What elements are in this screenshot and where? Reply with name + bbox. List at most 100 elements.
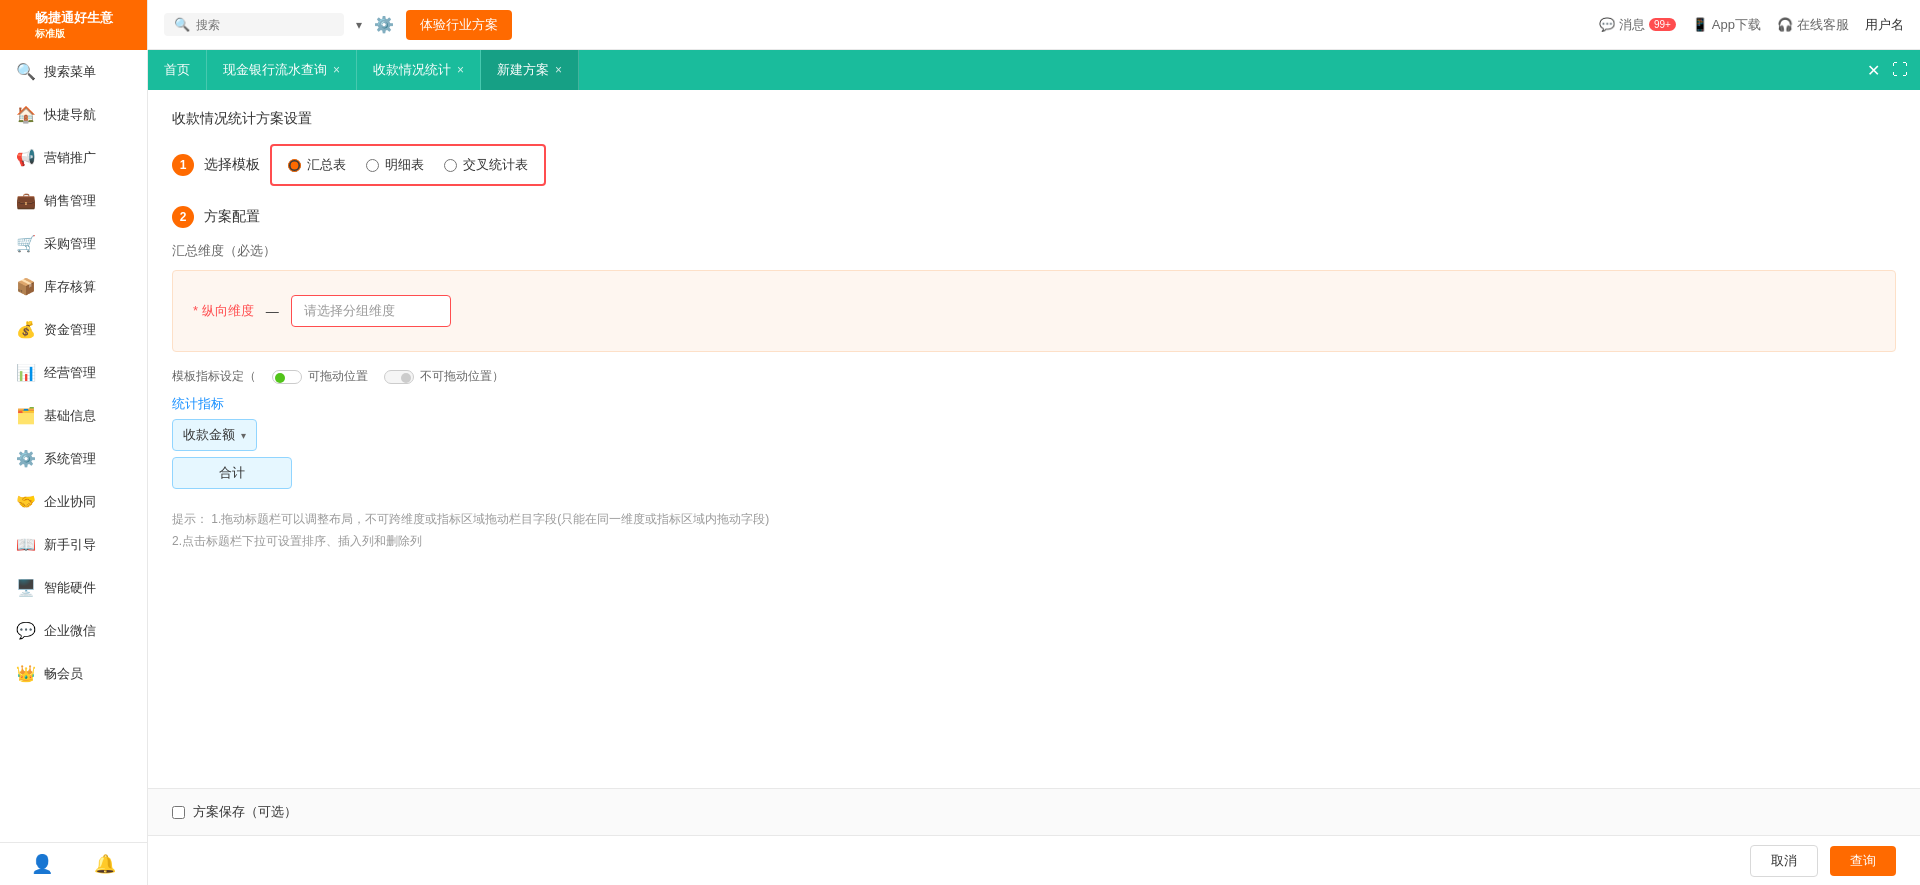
sidebar-bottom: 👤 🔔 <box>0 842 147 885</box>
radio-summary[interactable]: 汇总表 <box>288 156 346 174</box>
sidebar-icon-6: 💰 <box>16 320 36 339</box>
settings-icon[interactable]: ⚙️ <box>374 15 394 34</box>
tab-2[interactable]: 收款情况统计 × <box>357 50 481 90</box>
header-right: 💬 消息 99+ 📱 App下载 🎧 在线客服 用户名 <box>1599 16 1904 34</box>
support-item[interactable]: 🎧 在线客服 <box>1777 16 1849 34</box>
radio-cross-label: 交叉统计表 <box>463 156 528 174</box>
tab-close-1[interactable]: × <box>333 63 340 77</box>
sidebar-label-12: 智能硬件 <box>44 579 96 597</box>
cancel-button[interactable]: 取消 <box>1750 845 1818 877</box>
indicators-section: 模板指标设定（ 可拖动位置 不可拖动位置） 统计指标 收 <box>172 368 1896 489</box>
tab-0[interactable]: 首页 <box>148 50 207 90</box>
config-section: 汇总维度（必选） * 纵向维度 — 请选择分组维度 模板指标设定（ 可拖动位置 <box>172 242 1896 552</box>
user-icon: 👤 <box>31 853 53 875</box>
notification-label: 消息 <box>1619 16 1645 34</box>
tab-1[interactable]: 现金银行流水查询 × <box>207 50 357 90</box>
step2-number: 2 <box>172 206 194 228</box>
message-icon: 💬 <box>1599 17 1615 32</box>
sidebar-bottom-user[interactable]: 👤 <box>31 853 53 875</box>
sidebar-item-12[interactable]: 🖥️智能硬件 <box>0 566 147 609</box>
sidebar: 畅捷通好生意 标准版 🔍搜索菜单🏠快捷导航📢营销推广💼销售管理 🛒 采购管理 📦 库存核… <box>0 0 148 885</box>
dimension-row: * 纵向维度 — 请选择分组维度 <box>193 295 1875 327</box>
sidebar-item-1[interactable]: 🏠快捷导航 <box>0 93 147 136</box>
tab-close-3[interactable]: × <box>555 63 562 77</box>
draggable-label: 可拖动位置 <box>308 368 368 385</box>
sidebar-item-7[interactable]: 📊经营管理 <box>0 351 147 394</box>
dimension-title: 汇总维度（必选） <box>172 242 1896 260</box>
stats-sub: 合计 <box>172 457 1896 489</box>
sidebar-label-5: 库存核算 <box>44 278 96 296</box>
support-label: 在线客服 <box>1797 16 1849 34</box>
header: 🔍 ▾ ⚙️ 体验行业方案 💬 消息 99+ 📱 App下载 🎧 在线客服 用户… <box>148 0 1920 50</box>
save-checkbox[interactable] <box>172 806 185 819</box>
step2-section: 2 方案配置 汇总维度（必选） * 纵向维度 — 请选择分组维度 模板指标设定（ <box>172 206 1896 552</box>
sidebar-icon-4: 🛒 <box>16 234 36 253</box>
step1-title: 选择模板 <box>204 156 260 174</box>
notification-item[interactable]: 💬 消息 99+ <box>1599 16 1676 34</box>
dimension-label: * 纵向维度 <box>193 302 254 320</box>
dimension-arrow: — <box>266 304 279 319</box>
sidebar-item-14[interactable]: 👑 畅会员 <box>0 652 147 695</box>
tab-close-2[interactable]: × <box>457 63 464 77</box>
sidebar-icon-3: 💼 <box>16 191 36 210</box>
sidebar-label-14: 畅会员 <box>44 665 83 683</box>
radio-cross[interactable]: 交叉统计表 <box>444 156 528 174</box>
tab-3[interactable]: 新建方案× <box>481 50 579 90</box>
stats-label: 统计指标 <box>172 395 1896 413</box>
tab-label-1: 现金银行流水查询 <box>223 61 327 79</box>
header-dropdown-icon[interactable]: ▾ <box>356 18 362 32</box>
sidebar-bottom-notify[interactable]: 🔔 <box>94 853 116 875</box>
page-title: 收款情况统计方案设置 <box>172 110 1896 128</box>
sidebar-label-6: 资金管理 <box>44 321 96 339</box>
sidebar-item-11[interactable]: 📖新手引导 <box>0 523 147 566</box>
sidebar-item-10[interactable]: 🤝 企业协同 <box>0 480 147 523</box>
step1-number: 1 <box>172 154 194 176</box>
sidebar-item-2[interactable]: 📢营销推广 <box>0 136 147 179</box>
stats-subtotal: 合计 <box>172 457 292 489</box>
sidebar-item-5[interactable]: 📦 库存核算 <box>0 265 147 308</box>
close-window-icon[interactable]: ✕ <box>1867 61 1880 80</box>
sidebar-label-10: 企业协同 <box>44 493 96 511</box>
search-icon: 🔍 <box>174 17 190 32</box>
trial-button[interactable]: 体验行业方案 <box>406 10 512 40</box>
sidebar-item-0[interactable]: 🔍搜索菜单 <box>0 50 147 93</box>
sidebar-logo: 畅捷通好生意 标准版 <box>0 0 147 50</box>
download-item[interactable]: 📱 App下载 <box>1692 16 1761 34</box>
tab-label-2: 收款情况统计 <box>373 61 451 79</box>
bell-icon: 🔔 <box>94 853 116 875</box>
tips-section: 提示： 1.拖动标题栏可以调整布局，不可跨维度或指标区域拖动栏目字段(只能在同一… <box>172 509 1896 552</box>
sidebar-item-3[interactable]: 💼销售管理 <box>0 179 147 222</box>
step2-header: 2 方案配置 <box>172 206 1896 228</box>
sidebar-item-9[interactable]: ⚙️系统管理 <box>0 437 147 480</box>
search-input[interactable] <box>196 18 336 32</box>
download-icon: 📱 <box>1692 17 1708 32</box>
step1-section: 1 选择模板 汇总表 明细表 交叉统计表 <box>172 144 1896 186</box>
content-area: 收款情况统计方案设置 1 选择模板 汇总表 明细表 <box>148 90 1920 835</box>
notification-badge: 99+ <box>1649 18 1676 31</box>
sidebar-icon-7: 📊 <box>16 363 36 382</box>
sidebar-label-4: 采购管理 <box>44 235 96 253</box>
sidebar-item-6[interactable]: 💰 资金管理 <box>0 308 147 351</box>
sidebar-item-8[interactable]: 🗂️基础信息 <box>0 394 147 437</box>
sidebar-icon-1: 🏠 <box>16 105 36 124</box>
not-draggable-label: 不可拖动位置） <box>420 368 504 385</box>
template-selection-box: 汇总表 明细表 交叉统计表 <box>270 144 546 186</box>
sidebar-item-4[interactable]: 🛒 采购管理 <box>0 222 147 265</box>
chevron-down-icon: ▾ <box>241 430 246 441</box>
sidebar-label-13: 企业微信 <box>44 622 96 640</box>
indicators-label-text: 模板指标设定（ <box>172 368 256 385</box>
sidebar-icon-5: 📦 <box>16 277 36 296</box>
query-button[interactable]: 查询 <box>1830 846 1896 876</box>
sidebar-icon-10: 🤝 <box>16 492 36 511</box>
sidebar-icon-11: 📖 <box>16 535 36 554</box>
tabbar-actions: ✕ ⛶ <box>1855 50 1920 90</box>
app-name: 畅捷通好生意 <box>35 9 113 27</box>
stats-tag-amount[interactable]: 收款金额 ▾ <box>172 419 257 451</box>
sidebar-label-2: 营销推广 <box>44 149 96 167</box>
sidebar-icon-14: 👑 <box>16 664 36 683</box>
sidebar-item-13[interactable]: 💬企业微信 <box>0 609 147 652</box>
dimension-select[interactable]: 请选择分组维度 <box>291 295 451 327</box>
maximize-icon[interactable]: ⛶ <box>1892 61 1908 79</box>
radio-detail-label: 明细表 <box>385 156 424 174</box>
radio-detail[interactable]: 明细表 <box>366 156 424 174</box>
